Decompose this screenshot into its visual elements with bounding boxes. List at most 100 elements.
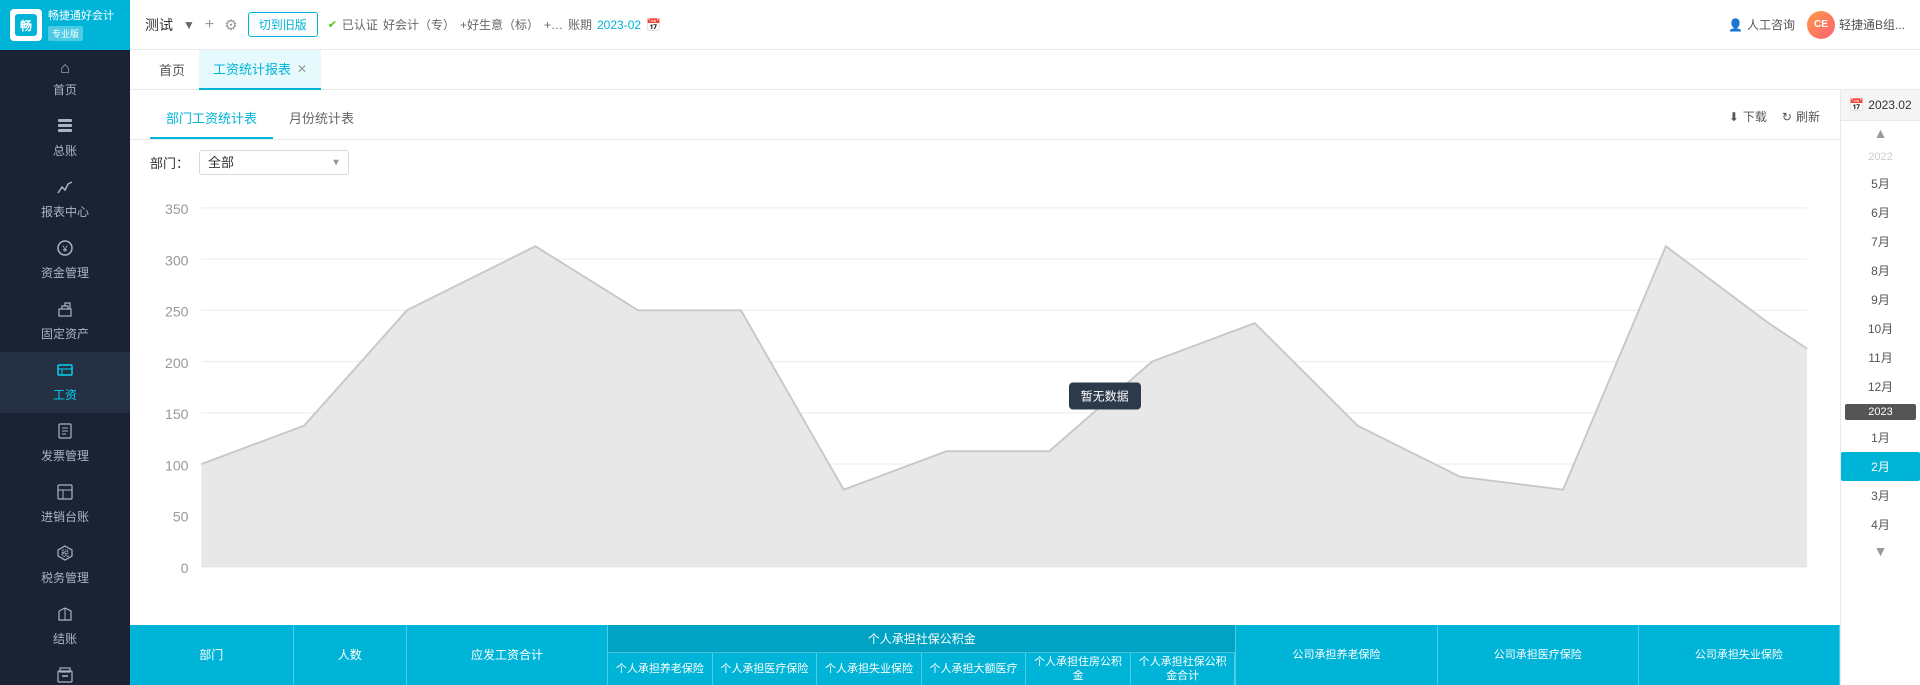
refresh-btn[interactable]: ↻ 刷新 <box>1782 108 1820 125</box>
tab-close-btn[interactable]: ✕ <box>297 62 307 76</box>
date-up-btn[interactable]: ▲ <box>1870 121 1892 145</box>
topbar-add-btn[interactable]: + <box>205 16 214 34</box>
content: 部门工资统计表 月份统计表 ⬇ 下载 ↻ 刷新 部门： <box>130 90 1920 685</box>
project-title: 测试 <box>145 15 173 35</box>
tab-home[interactable]: 首页 <box>145 50 199 90</box>
date-month-8[interactable]: 8月 <box>1841 256 1920 285</box>
date-month-10[interactable]: 10月 <box>1841 314 1920 343</box>
period-label: 账期 <box>568 16 592 33</box>
col-group-cells: 个人承担养老保险 个人承担医疗保险 个人承担失业保险 个人承担大额医疗 个人承担… <box>608 653 1235 685</box>
assets-icon <box>57 301 73 322</box>
tax-icon: 税 <box>57 545 73 566</box>
date-month-6[interactable]: 6月 <box>1841 198 1920 227</box>
date-month-2-active[interactable]: 2月 <box>1841 452 1920 481</box>
calendar-icon[interactable]: 📅 <box>646 18 661 32</box>
sidebar-item-label: 工资 <box>53 386 77 403</box>
date-month-3[interactable]: 3月 <box>1841 481 1920 510</box>
topbar-gear-btn[interactable]: ⚙ <box>224 16 237 34</box>
refresh-label: 刷新 <box>1796 108 1820 125</box>
app-logo: 畅 畅捷通好会计 专业版 <box>0 0 130 50</box>
sidebar-item-funds[interactable]: ¥ 资金管理 <box>0 230 130 291</box>
close-period-icon <box>57 606 73 627</box>
chart-tooltip: 暂无数据 <box>1069 383 1141 410</box>
dept-label: 部门： <box>150 153 189 172</box>
sidebar-item-label: 固定资产 <box>41 325 89 342</box>
salary-icon <box>57 362 73 383</box>
status-biz: +好生意（标） <box>460 16 539 33</box>
help-icon: 👤 <box>1728 18 1743 32</box>
chart-svg: 350 300 250 200 150 100 50 0 <box>150 195 1820 605</box>
project-dropdown[interactable]: ▼ <box>183 18 195 32</box>
topbar-status: ✔ 已认证 好会计（专） +好生意（标） +… 账期 2023-02 📅 <box>328 16 661 33</box>
trade-icon <box>57 484 73 505</box>
svg-text:¥: ¥ <box>61 244 68 254</box>
date-nav: ▲ 2022 5月 6月 7月 8月 9月 10月 11月 12月 2023 1… <box>1841 121 1920 563</box>
sidebar-item-assets[interactable]: 固定资产 <box>0 291 130 352</box>
period-value: 2023-02 <box>597 18 641 32</box>
help-btn[interactable]: 👤 人工咨询 <box>1728 16 1795 33</box>
date-header: 📅 2023.02 <box>1841 90 1920 121</box>
sidebar-item-reports[interactable]: 报表中心 <box>0 169 130 230</box>
main-panel: 部门工资统计表 月份统计表 ⬇ 下载 ↻ 刷新 部门： <box>130 90 1840 685</box>
date-month-9[interactable]: 9月 <box>1841 285 1920 314</box>
sub-tab-dept[interactable]: 部门工资统计表 <box>150 102 273 139</box>
switch-old-btn[interactable]: 切到旧版 <box>248 12 318 37</box>
svg-text:100: 100 <box>165 457 189 473</box>
sidebar-item-label: 资金管理 <box>41 264 89 281</box>
sub-tabs: 部门工资统计表 月份统计表 ⬇ 下载 ↻ 刷新 <box>130 90 1840 140</box>
app-name: 畅捷通好会计 <box>48 9 114 24</box>
col-company-pension: 公司承担养老保险 <box>1236 625 1437 685</box>
verified-icon: ✔ <box>328 18 337 31</box>
topbar-right: 👤 人工咨询 CE 轻捷通B组... <box>1728 11 1905 39</box>
date-current: 2023.02 <box>1868 98 1911 112</box>
dept-select[interactable]: 全部 <box>199 150 349 175</box>
sub-tab-month[interactable]: 月份统计表 <box>273 102 370 139</box>
col-company-medical: 公司承担医疗保险 <box>1438 625 1639 685</box>
col-total-salary: 应发工资合计 <box>407 625 608 685</box>
date-month-1[interactable]: 1月 <box>1841 423 1920 452</box>
sidebar-item-ledger[interactable]: 总账 <box>0 108 130 169</box>
sidebar-item-label: 税务管理 <box>41 569 89 586</box>
sidebar-item-salary[interactable]: 工资 <box>0 352 130 413</box>
sidebar-item-tax[interactable]: 税 税务管理 <box>0 535 130 596</box>
date-month-12[interactable]: 12月 <box>1841 372 1920 401</box>
date-month-5[interactable]: 5月 <box>1841 169 1920 198</box>
date-month-11[interactable]: 11月 <box>1841 343 1920 372</box>
right-date-panel: 📅 2023.02 ▲ 2022 5月 6月 7月 8月 9月 10月 11月 … <box>1840 90 1920 685</box>
svg-text:畅: 畅 <box>20 18 32 33</box>
sidebar-item-trade[interactable]: 进销台账 <box>0 474 130 535</box>
tab-salary-report[interactable]: 工资统计报表 ✕ <box>199 50 321 90</box>
date-down-btn[interactable]: ▼ <box>1870 539 1892 563</box>
col-personal-major-medical: 个人承担大额医疗 <box>922 653 1027 685</box>
sidebar-item-close[interactable]: 结账 <box>0 596 130 657</box>
svg-text:税: 税 <box>61 548 69 558</box>
download-btn[interactable]: ⬇ 下载 <box>1729 108 1767 125</box>
svg-text:200: 200 <box>165 355 189 371</box>
sidebar-item-invoice[interactable]: 发票管理 <box>0 413 130 474</box>
col-company-unemploy: 公司承担失业保险 <box>1639 625 1840 685</box>
main-area: 测试 ▼ + ⚙ 切到旧版 ✔ 已认证 好会计（专） +好生意（标） +… 账期… <box>130 0 1920 685</box>
app-name-block: 畅捷通好会计 专业版 <box>48 9 114 41</box>
refresh-icon: ↻ <box>1782 110 1792 124</box>
logo-icon: 畅 <box>10 9 42 41</box>
user-btn[interactable]: CE 轻捷通B组... <box>1807 11 1905 39</box>
svg-text:250: 250 <box>165 304 189 320</box>
col-group-personal: 个人承担社保公积金 个人承担养老保险 个人承担医疗保险 个人承担失业保险 个人承… <box>608 625 1236 685</box>
date-month-7[interactable]: 7月 <box>1841 227 1920 256</box>
home-icon: ⌂ <box>60 60 70 78</box>
status-good: 好会计（专） <box>383 16 455 33</box>
sidebar-item-home[interactable]: ⌂ 首页 <box>0 50 130 108</box>
col-dept: 部门 <box>130 625 294 685</box>
col-personal-housing: 个人承担住房公积金 <box>1026 653 1131 685</box>
sidebar-item-archive[interactable]: 归档管理 <box>0 657 130 685</box>
col-personal-medical: 个人承担医疗保险 <box>713 653 818 685</box>
svg-text:150: 150 <box>165 406 189 422</box>
col-personal-total: 个人承担社保公积金合计 <box>1131 653 1236 685</box>
date-month-4[interactable]: 4月 <box>1841 510 1920 539</box>
dept-select-wrap: 全部 <box>199 150 349 175</box>
download-icon: ⬇ <box>1729 110 1739 124</box>
toolbar-left: 部门： 全部 <box>150 150 349 175</box>
archive-icon <box>57 667 73 685</box>
svg-text:50: 50 <box>173 509 189 525</box>
sidebar: 畅 畅捷通好会计 专业版 ⌂ 首页 总账 报表中心 ¥ 资金管理 固定资产 <box>0 0 130 685</box>
